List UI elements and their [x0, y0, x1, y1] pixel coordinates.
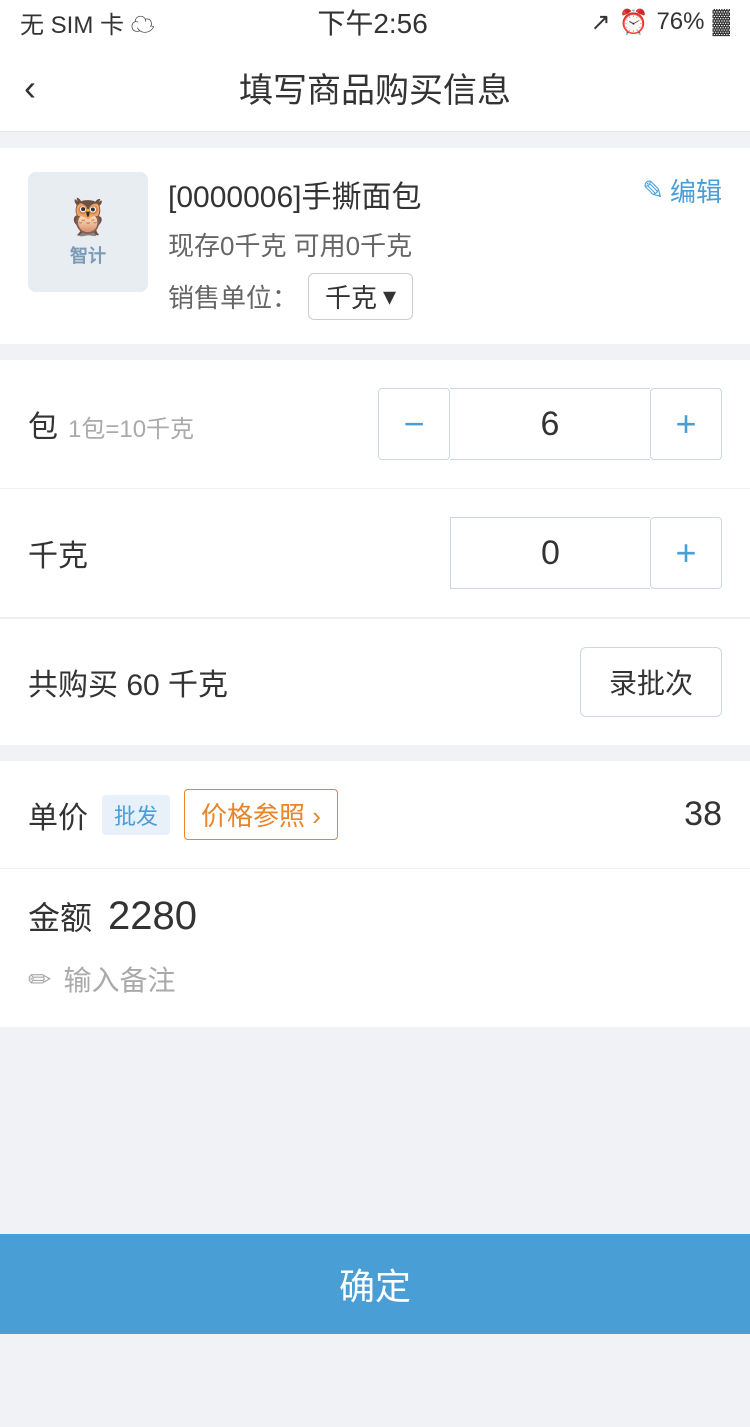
carrier-text: 无 SIM 卡 ☁ [20, 5, 155, 40]
record-batch-button[interactable]: 录批次 [580, 647, 722, 717]
chevron-down-icon: ▾ [383, 281, 396, 312]
unit-value: 千克 [325, 278, 377, 315]
edit-label: 编辑 [670, 172, 722, 209]
amount-value: 2280 [108, 894, 197, 939]
confirm-button[interactable]: 确定 [339, 1258, 411, 1310]
kg-label-text: 千克 [28, 531, 88, 575]
pack-increment-button[interactable]: + [650, 388, 722, 460]
edit-icon: ✎ [642, 175, 664, 206]
quantity-section: 包 1包=10千克 − + 千克 + 共购买 60 千克 录批次 [0, 360, 750, 745]
product-thumbnail: 🦉 智计 [28, 172, 148, 292]
brand-label: 智计 [70, 242, 106, 268]
summary-row: 共购买 60 千克 录批次 [0, 618, 750, 745]
amount-label: 金额 [28, 893, 92, 939]
pack-label: 包 1包=10千克 [28, 402, 194, 446]
price-section: 单价 批发 价格参照 › 38 [0, 761, 750, 869]
status-right: ↗ ⏰ 76% ▓ [590, 8, 730, 37]
amount-row: 金额 2280 [28, 893, 722, 939]
summary-text: 共购买 60 千克 [28, 660, 228, 704]
kg-label: 千克 [28, 531, 88, 575]
pencil-icon: ✏ [28, 963, 51, 996]
pack-quantity-row: 包 1包=10千克 − + [0, 360, 750, 489]
footer[interactable]: 确定 [0, 1234, 750, 1334]
status-time: 下午2:56 [317, 2, 428, 42]
kg-quantity-input[interactable] [450, 517, 650, 589]
battery-text: 76% [656, 8, 704, 36]
brand-icon: 🦉 [66, 196, 111, 238]
unit-label: 销售单位： [168, 278, 298, 315]
alarm-icon: ⏰ [619, 8, 649, 37]
kg-quantity-row: 千克 + [0, 489, 750, 618]
price-value: 38 [684, 795, 722, 834]
pack-decrement-button[interactable]: − [378, 388, 450, 460]
product-info: [0000006]手撕面包 现存0千克 可用0千克 销售单位： 千克 ▾ [168, 172, 722, 320]
remark-row[interactable]: ✏ 输入备注 [28, 959, 722, 999]
edit-button[interactable]: ✎ 编辑 [642, 172, 722, 209]
pack-label-text: 包 [28, 402, 58, 446]
location-icon: ↗ [590, 8, 610, 37]
batch-badge: 批发 [102, 795, 170, 835]
price-reference-button[interactable]: 价格参照 › [184, 789, 338, 840]
unit-selector[interactable]: 千克 ▾ [308, 273, 413, 320]
kg-controls: + [450, 517, 722, 589]
page-title: 填写商品购买信息 [239, 63, 511, 112]
product-image: 🦉 智计 [48, 202, 128, 262]
status-left: 无 SIM 卡 ☁ [20, 5, 155, 40]
product-unit-row: 销售单位： 千克 ▾ [168, 273, 722, 320]
pack-hint: 1包=10千克 [68, 409, 194, 444]
pack-quantity-input[interactable] [450, 388, 650, 460]
battery-icon: ▓ [713, 8, 731, 36]
pack-controls: − + [378, 388, 722, 460]
amount-section: 金额 2280 ✏ 输入备注 [0, 869, 750, 1027]
price-label: 单价 [28, 793, 88, 837]
price-label-group: 单价 批发 价格参照 › [28, 789, 338, 840]
product-name: [0000006]手撕面包 [168, 172, 722, 216]
back-button[interactable]: ‹ [24, 67, 36, 109]
remark-placeholder: 输入备注 [63, 959, 175, 999]
status-bar: 无 SIM 卡 ☁ 下午2:56 ↗ ⏰ 76% ▓ [0, 0, 750, 44]
nav-bar: ‹ 填写商品购买信息 [0, 44, 750, 132]
kg-increment-button[interactable]: + [650, 517, 722, 589]
price-row: 单价 批发 价格参照 › 38 [0, 761, 750, 869]
product-stock: 现存0千克 可用0千克 [168, 226, 722, 263]
product-card: 🦉 智计 [0000006]手撕面包 现存0千克 可用0千克 销售单位： 千克 … [0, 148, 750, 344]
